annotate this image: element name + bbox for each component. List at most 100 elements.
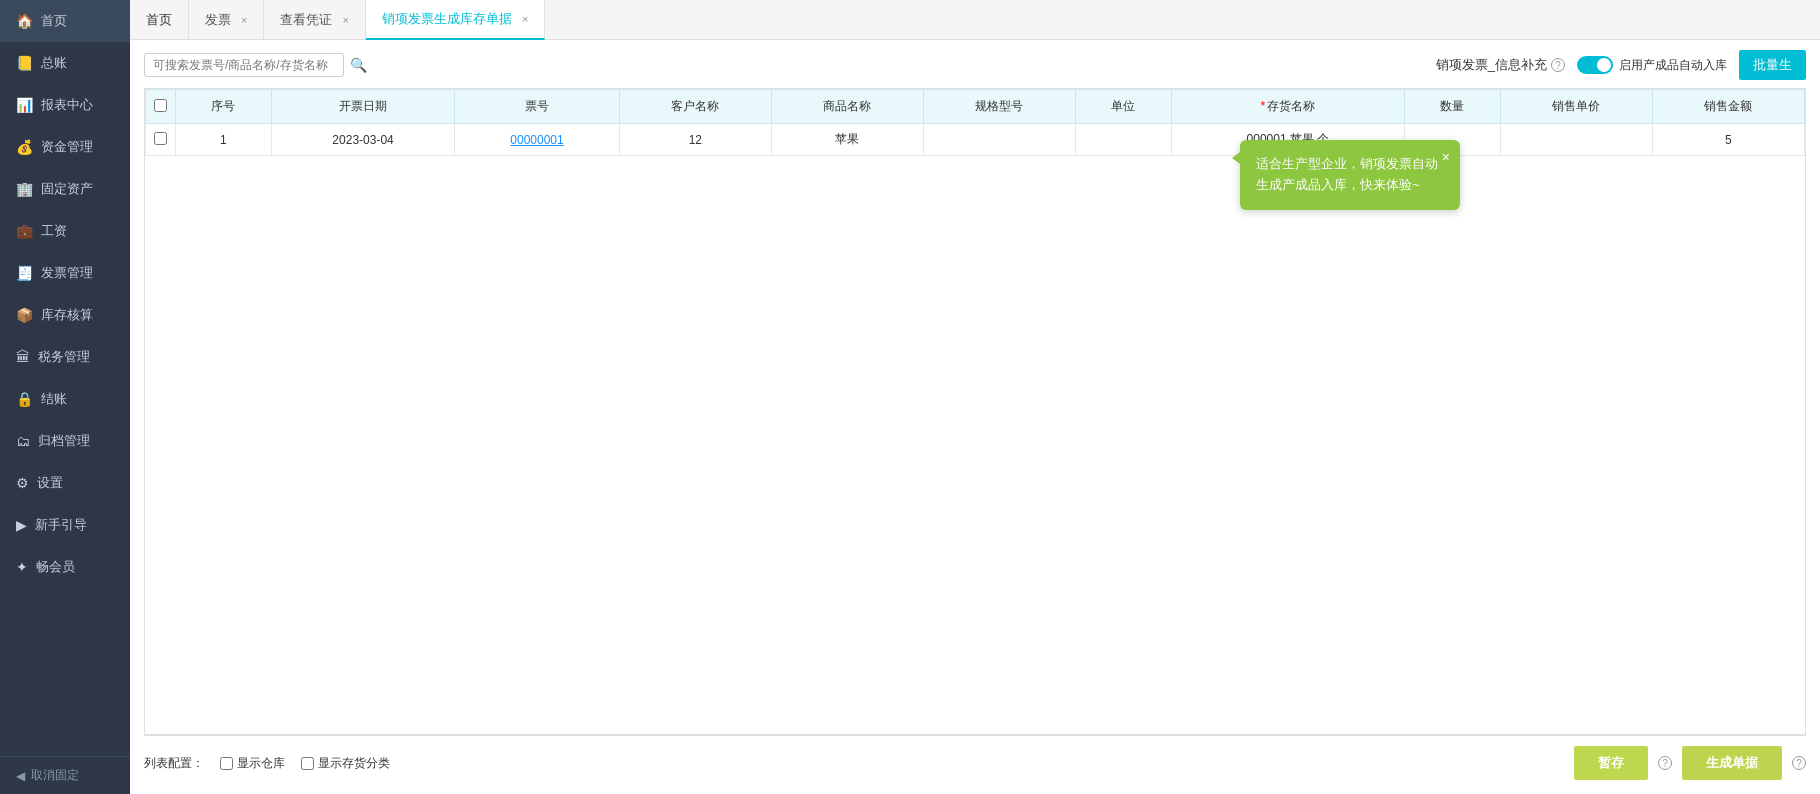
info-label-text: 销项发票_信息补充	[1436, 56, 1547, 74]
sidebar-label-report: 报表中心	[41, 96, 93, 114]
sidebar-item-invoice[interactable]: 🧾 发票管理	[0, 252, 130, 294]
save-button[interactable]: 暂存	[1574, 746, 1648, 780]
header-amount: 销售金额	[1652, 90, 1804, 124]
sidebar-item-archive[interactable]: 🗂 归档管理	[0, 420, 130, 462]
sidebar-item-guide[interactable]: ▶ 新手引导	[0, 504, 130, 546]
tab-main-close[interactable]: ×	[522, 13, 528, 25]
sidebar-item-fund[interactable]: 💰 资金管理	[0, 126, 130, 168]
show-warehouse-text: 显示仓库	[237, 755, 285, 772]
guide-icon: ▶	[16, 517, 27, 533]
footer-right: 暂存 ? 生成单据 ?	[1574, 746, 1806, 780]
archive-icon: 🗂	[16, 433, 30, 449]
header-unit: 单位	[1075, 90, 1171, 124]
tab-voucher-label: 查看凭证	[280, 11, 332, 29]
sidebar-item-payroll[interactable]: 💼 工资	[0, 210, 130, 252]
footer-left: 列表配置： 显示仓库 显示存货分类	[144, 755, 390, 772]
sidebar-label-tax: 税务管理	[38, 348, 90, 366]
sidebar-label-member: 畅会员	[36, 558, 75, 576]
sidebar-item-report[interactable]: 📊 报表中心	[0, 84, 130, 126]
payroll-icon: 💼	[16, 223, 33, 239]
save-help-icon[interactable]: ?	[1658, 756, 1672, 770]
member-icon: ✦	[16, 559, 28, 575]
settings-icon: ⚙	[16, 475, 29, 491]
report-icon: 📊	[16, 97, 33, 113]
row-price	[1500, 124, 1652, 156]
generate-help-icon[interactable]: ?	[1792, 756, 1806, 770]
tooltip-text: 适合生产型企业，销项发票自动生成产成品入库，快来体验~	[1256, 156, 1438, 192]
main-content: 首页 发票 × 查看凭证 × 销项发票生成库存单据 × 🔍 销项发票_信息补充 …	[130, 0, 1820, 794]
sidebar-item-settings[interactable]: ⚙ 设置	[0, 462, 130, 504]
tab-bar: 首页 发票 × 查看凭证 × 销项发票生成库存单据 ×	[130, 0, 1820, 40]
header-seq: 序号	[176, 90, 272, 124]
header-product: 商品名称	[771, 90, 923, 124]
tab-invoice[interactable]: 发票 ×	[189, 0, 264, 40]
search-area: 🔍	[144, 53, 367, 77]
close-accounts-icon: 🔒	[16, 391, 33, 407]
sidebar-item-tax[interactable]: 🏛 税务管理	[0, 336, 130, 378]
sidebar-label-ledger: 总账	[41, 54, 67, 72]
sidebar-item-close[interactable]: 🔒 结账	[0, 378, 130, 420]
row-amount: 5	[1652, 124, 1804, 156]
sidebar-label-inventory: 库存核算	[41, 306, 93, 324]
row-customer: 12	[619, 124, 771, 156]
tab-main[interactable]: 销项发票生成库存单据 ×	[366, 0, 545, 40]
search-input[interactable]	[144, 53, 344, 77]
sidebar-item-home[interactable]: 🏠 首页	[0, 0, 130, 42]
sidebar-label-archive: 归档管理	[38, 432, 90, 450]
data-table: 序号 开票日期 票号 客户名称 商品名称 规格型号 单位 *存货名称 数量 销售…	[145, 89, 1805, 156]
sidebar-label-home: 首页	[41, 12, 67, 30]
batch-button[interactable]: 批量生	[1739, 50, 1806, 80]
footer: 列表配置： 显示仓库 显示存货分类 暂存 ? 生成单据 ?	[144, 735, 1806, 784]
search-button[interactable]: 🔍	[350, 57, 367, 73]
auto-warehouse-toggle[interactable]	[1577, 56, 1613, 74]
show-warehouse-checkbox[interactable]	[220, 757, 233, 770]
generate-button[interactable]: 生成单据	[1682, 746, 1782, 780]
table-body: 1 2023-03-04 00000001 12 苹果 000001 苹果 个 …	[146, 124, 1805, 156]
row-spec	[923, 124, 1075, 156]
inventory-icon: 📦	[16, 307, 33, 323]
sidebar-item-member[interactable]: ✦ 畅会员	[0, 546, 130, 588]
sidebar-label-asset: 固定资产	[41, 180, 93, 198]
sidebar-label-close: 结账	[41, 390, 67, 408]
sidebar-label-fund: 资金管理	[41, 138, 93, 156]
row-checkbox-cell	[146, 124, 176, 156]
sidebar: 🏠 首页 📒 总账 📊 报表中心 💰 资金管理 🏢 固定资产 💼 工资 🧾 发票…	[0, 0, 130, 794]
tab-voucher[interactable]: 查看凭证 ×	[264, 0, 365, 40]
header-spec: 规格型号	[923, 90, 1075, 124]
home-icon: 🏠	[16, 13, 33, 29]
info-label: 销项发票_信息补充 ?	[1436, 56, 1565, 74]
header-checkbox-cell	[146, 90, 176, 124]
tab-invoice-close[interactable]: ×	[241, 14, 247, 26]
sidebar-item-inventory[interactable]: 📦 库存核算	[0, 294, 130, 336]
list-config-label: 列表配置：	[144, 755, 204, 772]
row-product: 苹果	[771, 124, 923, 156]
header-date: 开票日期	[271, 90, 454, 124]
show-warehouse-label[interactable]: 显示仓库	[220, 755, 285, 772]
cancel-fixed-icon: ◀	[16, 769, 25, 783]
sidebar-item-ledger[interactable]: 📒 总账	[0, 42, 130, 84]
sidebar-item-asset[interactable]: 🏢 固定资产	[0, 168, 130, 210]
tab-home-label: 首页	[146, 11, 172, 29]
sidebar-label-invoice: 发票管理	[41, 264, 93, 282]
invoice-icon: 🧾	[16, 265, 33, 281]
tab-voucher-close[interactable]: ×	[342, 14, 348, 26]
header-stock: *存货名称	[1171, 90, 1404, 124]
tab-home[interactable]: 首页	[130, 0, 189, 40]
cancel-fixed-label: 取消固定	[31, 767, 79, 784]
info-help-icon[interactable]: ?	[1551, 58, 1565, 72]
row-seq: 1	[176, 124, 272, 156]
table-header: 序号 开票日期 票号 客户名称 商品名称 规格型号 单位 *存货名称 数量 销售…	[146, 90, 1805, 124]
table-container: 序号 开票日期 票号 客户名称 商品名称 规格型号 单位 *存货名称 数量 销售…	[144, 88, 1806, 735]
show-category-label[interactable]: 显示存货分类	[301, 755, 390, 772]
tax-icon: 🏛	[16, 349, 30, 365]
toggle-label: 启用产成品自动入库	[1619, 57, 1727, 74]
invoice-link[interactable]: 00000001	[510, 133, 563, 147]
show-category-text: 显示存货分类	[318, 755, 390, 772]
row-checkbox[interactable]	[154, 132, 167, 145]
fund-icon: 💰	[16, 139, 33, 155]
header-price: 销售单价	[1500, 90, 1652, 124]
tooltip-close-button[interactable]: ×	[1442, 146, 1450, 168]
cancel-fixed-btn[interactable]: ◀ 取消固定	[0, 756, 130, 794]
show-category-checkbox[interactable]	[301, 757, 314, 770]
select-all-checkbox[interactable]	[154, 99, 167, 112]
